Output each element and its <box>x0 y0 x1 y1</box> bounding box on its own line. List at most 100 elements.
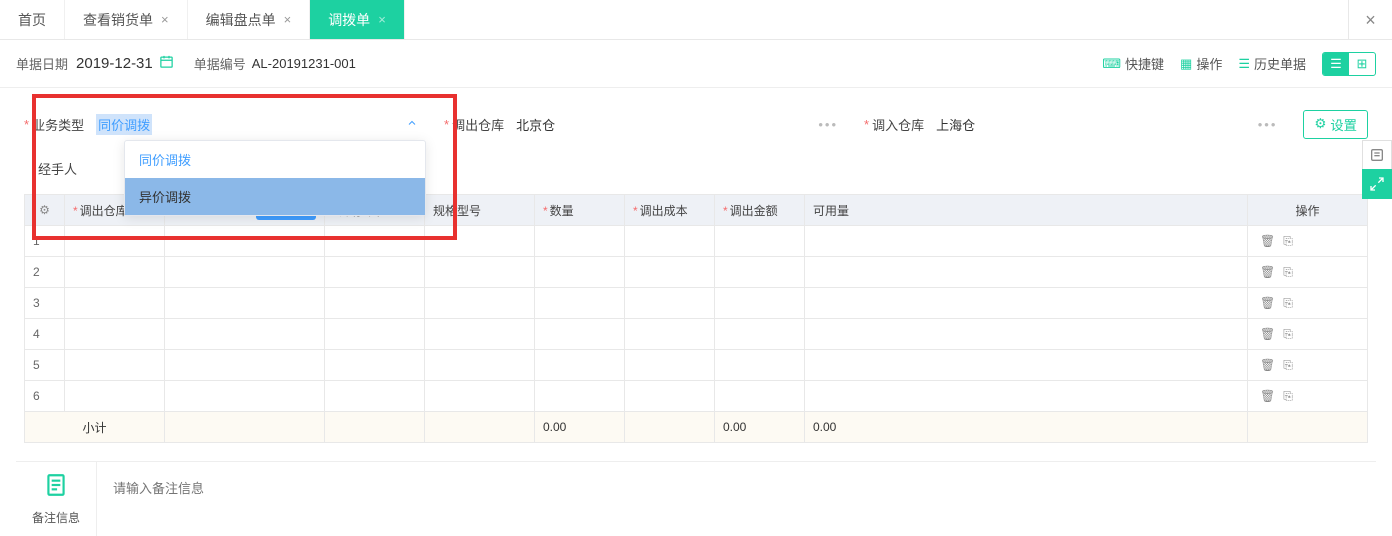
biz-type-select[interactable]: 同价调拨 <box>96 110 444 139</box>
out-warehouse-select[interactable]: 北京仓 ••• <box>516 111 864 138</box>
tab-view-sales[interactable]: 查看销货单 × <box>65 0 188 39</box>
delete-icon[interactable]: 🗑 <box>1260 327 1275 341</box>
subtotal-amount: 0.00 <box>715 412 805 443</box>
header-label: 调出金额 <box>730 204 778 218</box>
row-ops: 🗑⎘ <box>1248 319 1368 350</box>
expand-button[interactable] <box>1362 169 1392 199</box>
spec-header: 规格型号 <box>425 195 535 226</box>
copy-icon[interactable]: ⎘ <box>1283 265 1293 279</box>
link-label: 历史单据 <box>1254 54 1306 73</box>
row-ops: 🗑⎘ <box>1248 350 1368 381</box>
delete-icon[interactable]: 🗑 <box>1260 234 1275 248</box>
view-toggle: ☰ ⊞ <box>1322 52 1376 76</box>
row-number: 4 <box>25 319 65 350</box>
subtotal-label: 小计 <box>25 412 165 443</box>
gear-icon: ⚙ <box>1314 116 1326 132</box>
list-icon: ☰ <box>1238 56 1250 72</box>
copy-icon[interactable]: ⎘ <box>1283 327 1293 341</box>
delete-icon[interactable]: 🗑 <box>1260 265 1275 279</box>
remarks-panel: 备注信息 <box>16 461 1376 536</box>
in-value: 上海仓 <box>936 115 975 134</box>
subtotal-avail: 0.00 <box>805 412 1248 443</box>
header-label: 数量 <box>550 204 574 218</box>
subtotal-row: 小计 0.00 0.00 0.00 <box>25 412 1368 443</box>
out-label: 调出仓库 <box>452 115 516 134</box>
tab-edit-inventory[interactable]: 编辑盘点单× <box>188 0 311 39</box>
in-warehouse-select[interactable]: 上海仓 ••• <box>936 111 1303 138</box>
tabs-bar: 首页 查看销货单 × 编辑盘点单× 调拨单 × × <box>0 0 1392 40</box>
number-label: 单据编号 <box>194 54 246 73</box>
row-ops: 🗑⎘ <box>1248 226 1368 257</box>
tab-transfer[interactable]: 调拨单 × <box>310 0 405 39</box>
settings-button[interactable]: ⚙设置 <box>1303 110 1368 139</box>
date-label: 单据日期 <box>16 54 68 73</box>
tab-label: 调拨单 <box>328 10 370 30</box>
view-list-button[interactable]: ☰ <box>1323 53 1349 75</box>
ops-header: 操作 <box>1248 195 1368 226</box>
copy-icon[interactable]: ⎘ <box>1283 358 1293 372</box>
delete-icon[interactable]: 🗑 <box>1260 296 1275 310</box>
info-right: ⌨快捷键 ▦操作 ☰历史单据 ☰ ⊞ <box>1102 52 1376 76</box>
close-icon[interactable]: × <box>284 12 292 27</box>
tab-label: 首页 <box>18 10 46 30</box>
settings-label: 设置 <box>1330 115 1357 134</box>
table-row[interactable]: 3 🗑 ⎘ <box>25 288 1368 319</box>
table-row[interactable]: 4🗑⎘ <box>25 319 1368 350</box>
row-number: 5 <box>25 350 65 381</box>
handler-label: 经手人 <box>38 159 102 178</box>
view-grid-button[interactable]: ⊞ <box>1349 53 1375 75</box>
row-number: 1 <box>25 226 65 257</box>
table-row[interactable]: 2 🗑 ⎘ <box>25 257 1368 288</box>
close-icon[interactable]: × <box>378 12 386 27</box>
calendar-icon[interactable] <box>159 54 174 74</box>
header-label: 可用量 <box>813 204 849 218</box>
out-value: 北京仓 <box>516 115 555 134</box>
table-row[interactable]: 1🗑⎘ <box>25 226 1368 257</box>
copy-icon[interactable]: ⎘ <box>1283 234 1293 248</box>
avail-header: 可用量 <box>805 195 1248 226</box>
in-warehouse-group: * 调入仓库 上海仓 ••• ⚙设置 <box>864 110 1368 139</box>
number-value: AL-20191231-001 <box>252 56 356 71</box>
close-icon[interactable]: × <box>161 12 169 27</box>
shortcut-link[interactable]: ⌨快捷键 <box>1102 54 1164 73</box>
header-label: 调出仓库 <box>80 204 128 218</box>
header-label: 调出成本 <box>640 204 688 218</box>
header-label: 操作 <box>1295 204 1319 218</box>
grid-icon: ▦ <box>1180 56 1192 72</box>
operate-link[interactable]: ▦操作 <box>1180 54 1222 73</box>
tab-label: 查看销货单 <box>83 10 153 30</box>
link-label: 快捷键 <box>1125 54 1164 73</box>
dropdown-option-same-price[interactable]: 同价调拨 <box>125 141 425 178</box>
gear-column-header[interactable]: ⚙ <box>25 195 65 226</box>
dropdown-option-diff-price[interactable]: 异价调拨 <box>125 178 425 215</box>
gear-icon: ⚙ <box>39 203 50 217</box>
delete-icon[interactable]: 🗑 <box>1260 389 1275 403</box>
row-ops: 🗑⎘ <box>1248 381 1368 412</box>
table-row[interactable]: 5🗑⎘ <box>25 350 1368 381</box>
more-icon: ••• <box>1258 117 1278 132</box>
required-mark: * <box>864 117 869 132</box>
copy-icon[interactable]: ⎘ <box>1283 389 1293 403</box>
header-label: 规格型号 <box>433 204 481 218</box>
info-row: 单据日期 2019-12-31 单据编号 AL-20191231-001 ⌨快捷… <box>0 40 1392 88</box>
tab-home[interactable]: 首页 <box>0 0 65 39</box>
row-number: 6 <box>25 381 65 412</box>
delete-icon[interactable]: 🗑 <box>1260 358 1275 372</box>
table-row[interactable]: 6🗑⎘ <box>25 381 1368 412</box>
remarks-input[interactable] <box>96 462 1376 536</box>
remarks-label: 备注信息 <box>32 509 80 526</box>
in-label: 调入仓库 <box>872 115 936 134</box>
out-warehouse-group: * 调出仓库 北京仓 ••• <box>444 111 864 138</box>
row-number: 3 <box>25 288 65 319</box>
date-value[interactable]: 2019-12-31 <box>76 55 153 72</box>
row-number: 2 <box>25 257 65 288</box>
history-link[interactable]: ☰历史单据 <box>1238 54 1306 73</box>
required-mark: * <box>444 117 449 132</box>
help-button[interactable] <box>1362 140 1392 170</box>
table-wrap: ⚙ *调出仓库 *商品扫码录入 *库存单位 规格型号 *数量 *调出成本 *调出… <box>0 194 1392 443</box>
biz-type-dropdown: 同价调拨 异价调拨 <box>124 140 426 216</box>
link-label: 操作 <box>1196 54 1222 73</box>
close-all-button[interactable]: × <box>1348 0 1392 40</box>
copy-icon[interactable]: ⎘ <box>1283 296 1293 310</box>
biz-type-value: 同价调拨 <box>96 114 152 135</box>
